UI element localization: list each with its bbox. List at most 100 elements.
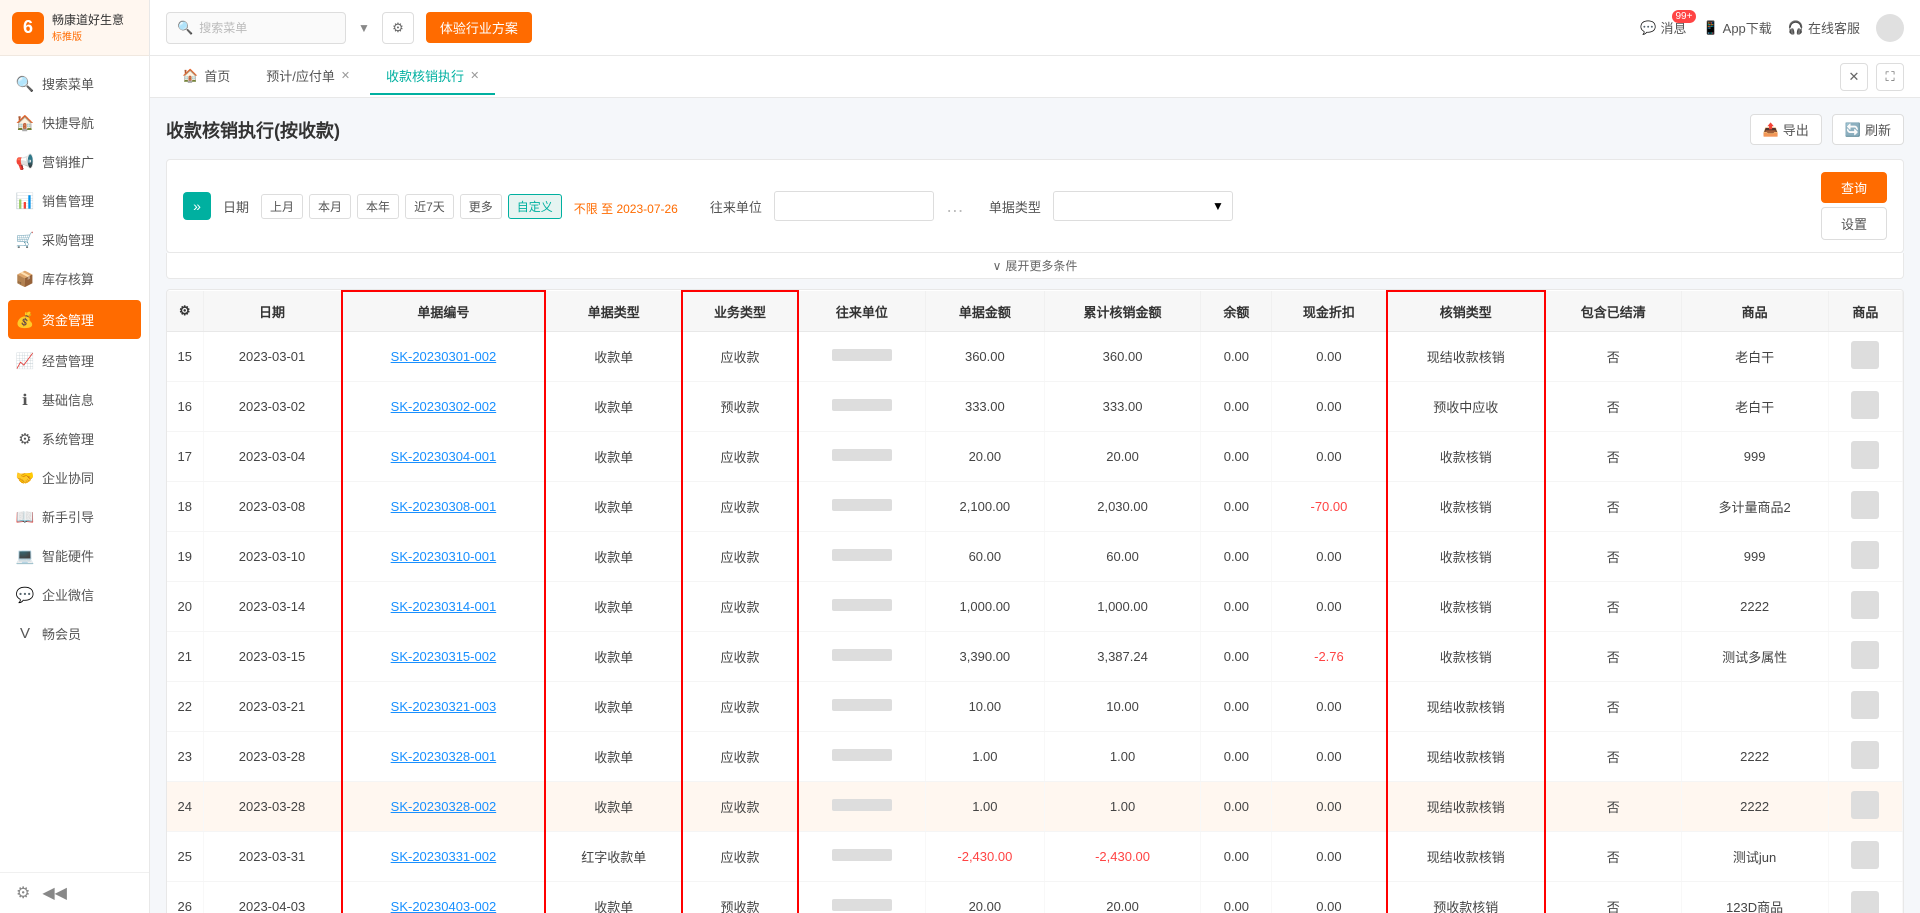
table-row[interactable]: 21 2023-03-15 SK-20230315-002 收款单 应收款 3,…	[167, 632, 1903, 682]
bill-no-link[interactable]: SK-20230314-001	[391, 599, 497, 614]
cell-verified: 1.00	[1044, 732, 1201, 782]
tab-collections[interactable]: 收款核销执行 ✕	[370, 58, 495, 95]
collapse-icon[interactable]: ◀◀	[42, 883, 67, 903]
topbar-app-download-btn[interactable]: 📱 App下载	[1702, 18, 1771, 37]
bill-type-select[interactable]: ▼	[1053, 191, 1233, 221]
bill-no-link[interactable]: SK-20230310-001	[391, 549, 497, 564]
tab-prepay-close[interactable]: ✕	[341, 69, 350, 82]
cell-write-type: 收款核销	[1387, 582, 1545, 632]
sidebar-item-库存核算[interactable]: 📦库存核算	[0, 259, 149, 298]
date-last-7days-btn[interactable]: 近7天	[405, 194, 454, 219]
cell-balance: 0.00	[1201, 882, 1272, 913]
sidebar-item-企业协同[interactable]: 🤝企业协同	[0, 458, 149, 497]
sidebar-item-畅会员[interactable]: V畅会员	[0, 614, 149, 653]
bill-no-link[interactable]: SK-20230302-002	[391, 399, 497, 414]
th-include: 包含已结清	[1545, 291, 1681, 332]
bill-no-link[interactable]: SK-20230301-002	[391, 349, 497, 364]
table-row[interactable]: 26 2023-04-03 SK-20230403-002 收款单 预收款 20…	[167, 882, 1903, 913]
expand-more-btn[interactable]: ∨ 展开更多条件	[166, 253, 1904, 279]
cell-date: 2023-03-10	[203, 532, 342, 582]
topbar-user-avatar[interactable]	[1876, 14, 1904, 42]
sidebar-item-智能硬件[interactable]: 💻智能硬件	[0, 536, 149, 575]
column-settings-icon[interactable]: ⚙	[179, 303, 191, 318]
date-this-year-btn[interactable]: 本年	[357, 194, 399, 219]
settings-bottom-icon[interactable]: ⚙	[16, 883, 30, 903]
sidebar-icon: ⚙	[16, 430, 34, 448]
th-gear[interactable]: ⚙	[167, 291, 203, 332]
sidebar-item-搜索菜单[interactable]: 🔍搜索菜单	[0, 64, 149, 103]
headset-icon: 🎧	[1788, 20, 1804, 36]
date-custom-btn[interactable]: 自定义	[508, 194, 562, 219]
filter-expand-btn[interactable]: »	[183, 192, 211, 220]
sidebar-item-快捷导航[interactable]: 🏠快捷导航	[0, 103, 149, 142]
table-body: 15 2023-03-01 SK-20230301-002 收款单 应收款 36…	[167, 332, 1903, 913]
cell-amount: 360.00	[926, 332, 1045, 382]
cell-amount: 333.00	[926, 382, 1045, 432]
sidebar-item-营销推广[interactable]: 📢营销推广	[0, 142, 149, 181]
bill-no-link[interactable]: SK-20230403-002	[391, 899, 497, 913]
table-row[interactable]: 25 2023-03-31 SK-20230331-002 红字收款单 应收款 …	[167, 832, 1903, 882]
table-row[interactable]: 20 2023-03-14 SK-20230314-001 收款单 应收款 1,…	[167, 582, 1903, 632]
bill-no-link[interactable]: SK-20230315-002	[391, 649, 497, 664]
cell-verified: 1,000.00	[1044, 582, 1201, 632]
tab-home[interactable]: 🏠 首页	[166, 58, 246, 95]
bill-no-link[interactable]: SK-20230328-001	[391, 749, 497, 764]
cell-verified: 1.00	[1044, 782, 1201, 832]
th-balance: 余额	[1201, 291, 1272, 332]
dropdown-arrow-icon[interactable]: ▼	[358, 21, 370, 35]
cell-bill-type: 收款单	[545, 732, 682, 782]
bill-no-link[interactable]: SK-20230308-001	[391, 499, 497, 514]
cell-amount: 20.00	[926, 432, 1045, 482]
cell-date: 2023-03-08	[203, 482, 342, 532]
export-button[interactable]: 📤 导出	[1750, 114, 1822, 145]
tab-collections-close[interactable]: ✕	[470, 69, 479, 82]
solution-button[interactable]: 体验行业方案	[426, 12, 532, 43]
table-row[interactable]: 16 2023-03-02 SK-20230302-002 收款单 预收款 33…	[167, 382, 1903, 432]
table-row[interactable]: 18 2023-03-08 SK-20230308-001 收款单 应收款 2,…	[167, 482, 1903, 532]
goods-thumbnail	[1851, 591, 1879, 619]
cell-goods: 老白干	[1681, 382, 1828, 432]
topbar-gear-btn[interactable]: ⚙	[382, 12, 414, 44]
sidebar-item-资金管理[interactable]: 💰资金管理	[8, 300, 141, 339]
date-last-month-btn[interactable]: 上月	[261, 194, 303, 219]
date-more-btn[interactable]: 更多	[460, 194, 502, 219]
cell-balance: 0.00	[1201, 682, 1272, 732]
tab-close-btn[interactable]: ✕	[1840, 63, 1868, 91]
sidebar-item-销售管理[interactable]: 📊销售管理	[0, 181, 149, 220]
sidebar-item-基础信息[interactable]: ℹ基础信息	[0, 380, 149, 419]
bill-no-link[interactable]: SK-20230328-002	[391, 799, 497, 814]
table-row[interactable]: 15 2023-03-01 SK-20230301-002 收款单 应收款 36…	[167, 332, 1903, 382]
table-row[interactable]: 24 2023-03-28 SK-20230328-002 收款单 应收款 1.…	[167, 782, 1903, 832]
cell-goods: 2222	[1681, 582, 1828, 632]
partner-input[interactable]	[774, 191, 934, 221]
query-button[interactable]: 查询	[1821, 172, 1887, 203]
cell-no: 22	[167, 682, 203, 732]
topbar-service-btn[interactable]: 🎧 在线客服	[1788, 18, 1860, 37]
cell-goods-img	[1828, 532, 1902, 582]
sidebar-icon: 🏠	[16, 114, 34, 132]
bill-no-link[interactable]: SK-20230321-003	[391, 699, 497, 714]
refresh-button[interactable]: 🔄 刷新	[1832, 114, 1904, 145]
bill-no-link[interactable]: SK-20230331-002	[391, 849, 497, 864]
sidebar-item-企业微信[interactable]: 💬企业微信	[0, 575, 149, 614]
setting-button[interactable]: 设置	[1821, 207, 1887, 240]
table-header-row: ⚙ 日期 单据编号 单据类型 业务类型 往来单位 单据金额 累计核销金额 余额 …	[167, 291, 1903, 332]
cell-bill-type: 红字收款单	[545, 832, 682, 882]
bill-no-link[interactable]: SK-20230304-001	[391, 449, 497, 464]
th-goods: 商品	[1681, 291, 1828, 332]
cell-goods-img	[1828, 332, 1902, 382]
table-row[interactable]: 22 2023-03-21 SK-20230321-003 收款单 应收款 10…	[167, 682, 1903, 732]
goods-thumbnail	[1851, 391, 1879, 419]
table-row[interactable]: 19 2023-03-10 SK-20230310-001 收款单 应收款 60…	[167, 532, 1903, 582]
sidebar-item-采购管理[interactable]: 🛒采购管理	[0, 220, 149, 259]
sidebar-item-经营管理[interactable]: 📈经营管理	[0, 341, 149, 380]
table-row[interactable]: 17 2023-03-04 SK-20230304-001 收款单 应收款 20…	[167, 432, 1903, 482]
sidebar-item-新手引导[interactable]: 📖新手引导	[0, 497, 149, 536]
date-this-month-btn[interactable]: 本月	[309, 194, 351, 219]
cell-goods-img	[1828, 732, 1902, 782]
tab-maximize-btn[interactable]: ⛶	[1876, 63, 1904, 91]
tab-prepay[interactable]: 预计/应付单 ✕	[250, 58, 366, 95]
table-row[interactable]: 23 2023-03-28 SK-20230328-001 收款单 应收款 1.…	[167, 732, 1903, 782]
sidebar-item-系统管理[interactable]: ⚙系统管理	[0, 419, 149, 458]
topbar-messages-btn[interactable]: 💬 消息 99+	[1640, 18, 1686, 37]
